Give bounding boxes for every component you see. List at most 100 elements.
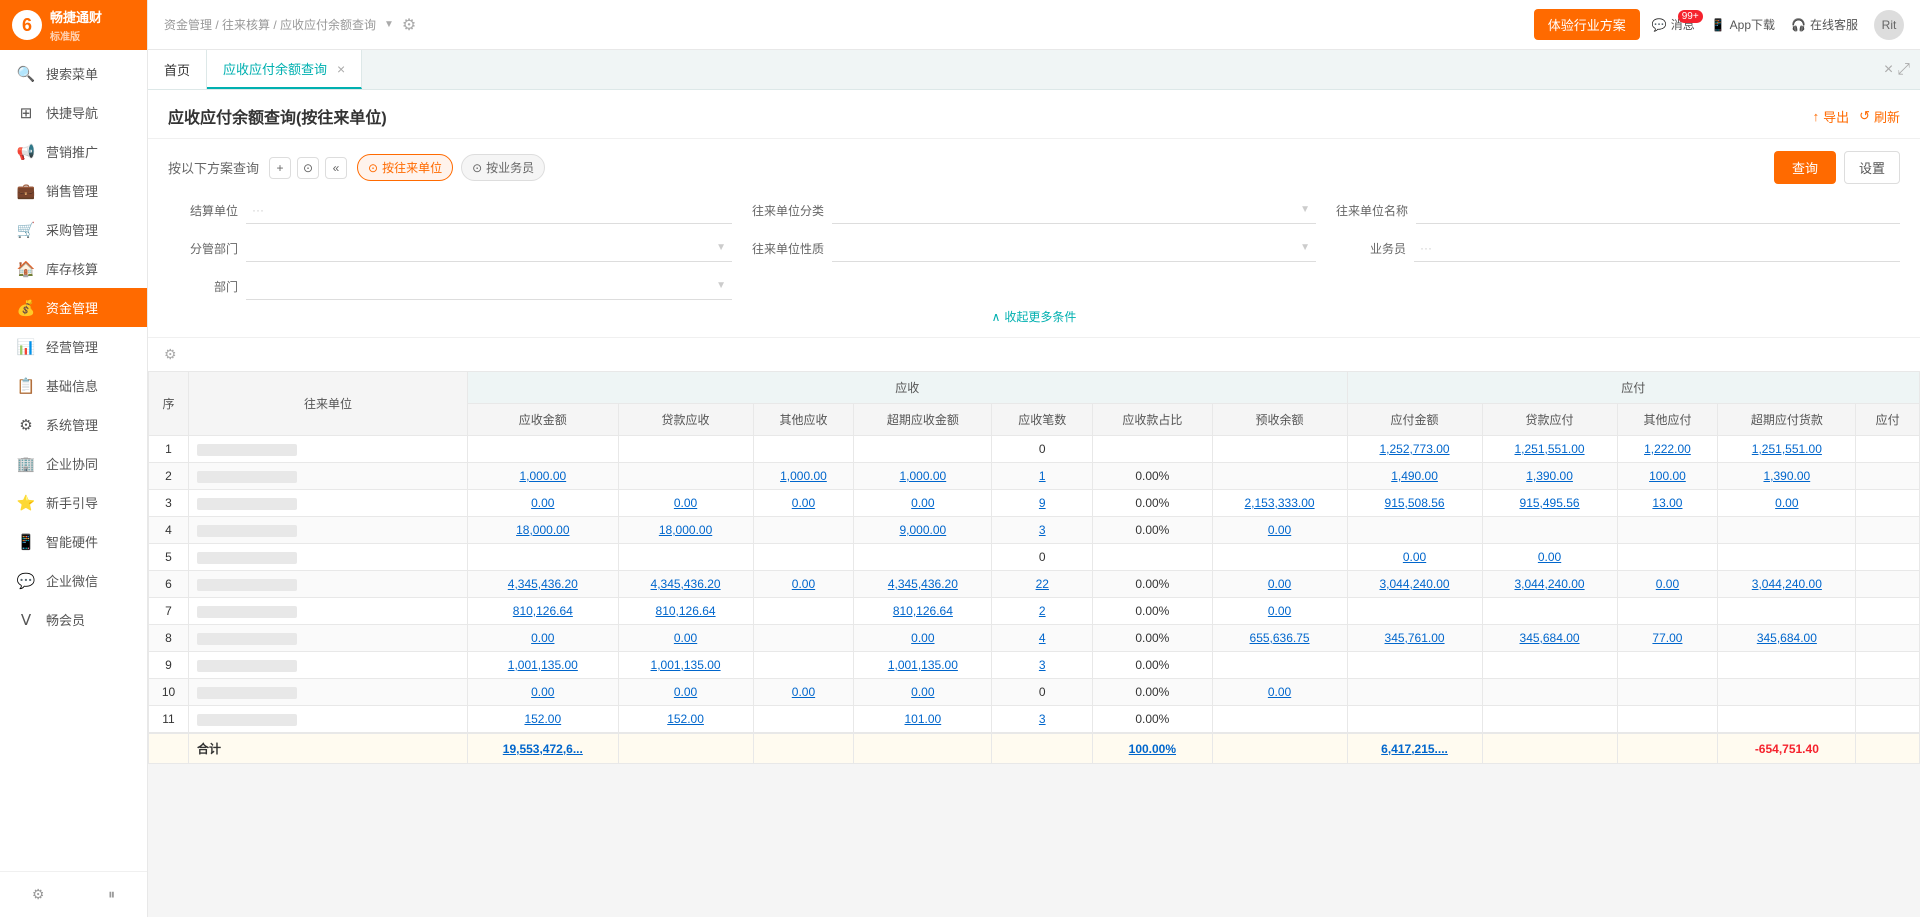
tab-close-all-icon[interactable]: × — [1884, 61, 1893, 79]
cell-r-5-6: 0.00 — [1212, 571, 1347, 598]
nav-icon-inventory: 🏠 — [16, 260, 36, 278]
table-settings-icon[interactable]: ⚙ — [164, 346, 177, 363]
customer-nature-field: 往来单位性质 ▼ — [752, 234, 1316, 262]
cell-customer-5 — [189, 571, 468, 598]
sidebar-item-smart-hw[interactable]: 📱智能硬件 — [0, 522, 147, 561]
cell-p-0-4 — [1856, 436, 1920, 463]
sidebar-item-system[interactable]: ⚙系统管理 — [0, 405, 147, 444]
sidebar-item-inventory[interactable]: 🏠 库存核算 — [0, 249, 147, 288]
cell-p-5-2: 0.00 — [1617, 571, 1718, 598]
nav-label-sales: 销售管理 — [46, 181, 98, 200]
settings-button[interactable]: 设置 — [1844, 151, 1900, 184]
tab-close-icon[interactable]: × — [337, 61, 345, 77]
sidebar-item-member[interactable]: Ⅴ畅会员 — [0, 600, 147, 639]
search-tag-staff[interactable]: ⊙ 按业务员 — [461, 154, 545, 181]
nav-label-enterprise: 企业协同 — [46, 454, 98, 473]
search-add-btn[interactable]: + — [269, 157, 291, 179]
sidebar-item-search-menu[interactable]: 🔍搜索菜单 — [0, 54, 147, 93]
customer-nature-input[interactable]: ▼ — [832, 234, 1316, 262]
sidebar-item-quick-nav[interactable]: ⊞快捷导航 — [0, 93, 147, 132]
breadcrumb-text: 资金管理 / 往来核算 / 应收应付余额查询 — [164, 16, 376, 33]
sidebar-item-operations[interactable]: 📊经营管理 — [0, 327, 147, 366]
pause-bottom-icon[interactable]: ⏸ — [102, 880, 121, 909]
search-settings-btn[interactable]: ⊙ — [297, 157, 319, 179]
sidebar-bottom: ⚙ ⏸ — [0, 871, 147, 917]
customer-category-arrow: ▼ — [1300, 204, 1310, 215]
cell-customer-9 — [189, 679, 468, 706]
nav-icon-search-menu: 🔍 — [16, 65, 36, 83]
nav-icon-wechat: 💬 — [16, 572, 36, 590]
settlement-unit-field: 结算单位 ··· — [168, 196, 732, 224]
col-payable-group-header: 应付 — [1347, 372, 1919, 404]
sidebar-item-basic-info[interactable]: 📋基础信息 — [0, 366, 147, 405]
table-row: 30.000.000.000.0090.00%2,153,333.00915,5… — [149, 490, 1920, 517]
cell-r-2-6: 2,153,333.00 — [1212, 490, 1347, 517]
dept-label: 部门 — [168, 278, 238, 295]
col-receivable-6-header: 预收余额 — [1212, 404, 1347, 436]
total-p-4 — [1856, 733, 1920, 764]
sidebar-item-sales[interactable]: 💼销售管理 — [0, 171, 147, 210]
trial-button[interactable]: 体验行业方案 — [1534, 9, 1640, 40]
cell-customer-1 — [189, 463, 468, 490]
customer-name-input[interactable] — [1416, 196, 1900, 224]
settlement-unit-input[interactable]: ··· — [246, 196, 732, 224]
salesman-input[interactable]: ··· — [1414, 234, 1900, 262]
search-tag-customer[interactable]: ⊙ 按往来单位 — [357, 154, 453, 181]
cell-customer-4 — [189, 544, 468, 571]
cell-r-2-3: 0.00 — [854, 490, 992, 517]
refresh-button[interactable]: ↺ 刷新 — [1859, 107, 1900, 126]
col-receivable-2-header: 其他应收 — [753, 404, 854, 436]
breadcrumb-dropdown-icon[interactable]: ▼ — [384, 19, 394, 30]
nav-icon-marketing: 📢 — [16, 143, 36, 161]
table-row: 100.000.000.000.0000.00%0.00 — [149, 679, 1920, 706]
search-tag-customer-label: 按往来单位 — [382, 159, 442, 176]
data-table: 序 往来单位 应收 应付 应收金额贷款应收其他应收超期应收金额应收笔数应收款占比… — [148, 371, 1920, 764]
cell-r-6-0: 810,126.64 — [468, 598, 619, 625]
cell-p-3-1 — [1482, 517, 1617, 544]
cell-r-4-4: 0 — [992, 544, 1093, 571]
cell-r-1-6 — [1212, 463, 1347, 490]
service-action[interactable]: 🎧 在线客服 — [1791, 16, 1858, 33]
cell-p-9-2 — [1617, 679, 1718, 706]
message-action[interactable]: 💬 消息 99+ — [1652, 16, 1695, 33]
col-receivable-4-header: 应收笔数 — [992, 404, 1093, 436]
sidebar-item-marketing[interactable]: 📢营销推广 — [0, 132, 147, 171]
search-tag-staff-icon: ⊙ — [472, 161, 482, 175]
user-avatar[interactable]: Rit — [1874, 10, 1904, 40]
cell-r-9-1: 0.00 — [618, 679, 753, 706]
cell-r-1-4: 1 — [992, 463, 1093, 490]
sidebar-item-purchase[interactable]: 🛒采购管理 — [0, 210, 147, 249]
query-button[interactable]: 查询 — [1774, 151, 1836, 184]
cell-seq-4: 5 — [149, 544, 189, 571]
header-settings-icon[interactable]: ⚙ — [402, 15, 416, 35]
refresh-label: 刷新 — [1874, 107, 1900, 126]
nav-label-inventory: 库存核算 — [46, 259, 98, 278]
search-header: 按以下方案查询 + ⊙ « ⊙ 按往来单位 ⊙ 按业务员 — [168, 151, 1900, 184]
cell-p-10-0 — [1347, 706, 1482, 734]
cell-r-7-2 — [753, 625, 854, 652]
tab-expand-icon[interactable]: ⤢ — [1897, 61, 1910, 79]
collapse-icon: ∧ — [992, 310, 1001, 324]
header-right: 💬 消息 99+ 📱 App下载 🎧 在线客服 Rit — [1652, 10, 1904, 40]
search-collapse-btn[interactable]: « — [325, 157, 347, 179]
salesman-label: 业务员 — [1336, 240, 1406, 257]
cell-seq-1: 2 — [149, 463, 189, 490]
cell-customer-8 — [189, 652, 468, 679]
tab-home[interactable]: 首页 — [148, 50, 207, 89]
app-download-action[interactable]: 📱 App下载 — [1711, 16, 1775, 33]
cell-seq-8: 9 — [149, 652, 189, 679]
sidebar-item-guide[interactable]: ⭐新手引导 — [0, 483, 147, 522]
cell-p-2-1: 915,495.56 — [1482, 490, 1617, 517]
sidebar-item-enterprise[interactable]: 🏢企业协同 — [0, 444, 147, 483]
dept-manager-input[interactable]: ▼ — [246, 234, 732, 262]
tab-ar-ap-query[interactable]: 应收应付余额查询 × — [207, 50, 362, 89]
user-name: Rit — [1882, 18, 1897, 32]
settings-bottom-icon[interactable]: ⚙ — [26, 880, 51, 909]
export-button[interactable]: ↑ 导出 — [1813, 107, 1850, 126]
customer-category-input[interactable]: ▼ — [832, 196, 1316, 224]
dept-input[interactable]: ▼ — [246, 272, 732, 300]
sidebar-item-wechat[interactable]: 💬企业微信 — [0, 561, 147, 600]
collapse-row[interactable]: ∧ 收起更多条件 — [168, 308, 1900, 325]
cell-p-6-3 — [1718, 598, 1856, 625]
sidebar-item-finance[interactable]: 💰资金管理 — [0, 288, 147, 327]
